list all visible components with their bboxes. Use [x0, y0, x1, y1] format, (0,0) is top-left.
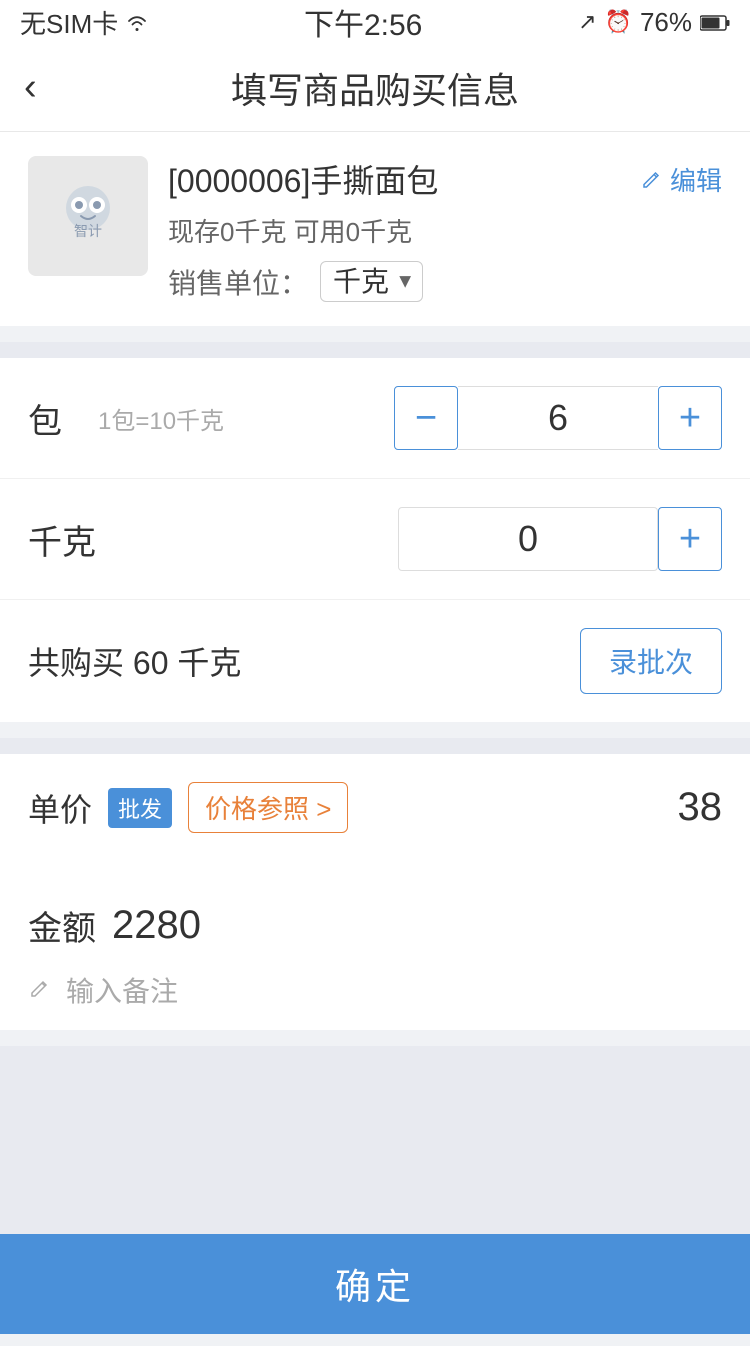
package-label: 包: [28, 394, 88, 443]
confirm-button[interactable]: 确定: [0, 1234, 750, 1334]
total-label: 共购买 60 千克: [28, 638, 241, 684]
alarm-icon: ⏰: [605, 9, 632, 35]
package-row: 包 1包=10千克 − +: [0, 358, 750, 479]
pencil-icon: [28, 974, 54, 1007]
note-placeholder: 输入备注: [66, 970, 178, 1010]
product-stock: 现存0千克 可用0千克: [168, 212, 722, 249]
price-value: 38: [678, 785, 723, 830]
price-section: 单价 批发 价格参照 > 38: [0, 754, 750, 873]
main-content: 智计 [0000006]手撕面包 编辑 现存0千克 可用0千克 销售单位：: [0, 132, 750, 1346]
unit-selector[interactable]: 千克 ▼: [320, 261, 423, 302]
status-left: 无SIM卡: [20, 4, 148, 41]
status-bar: 无SIM卡 下午2:56 ↗ ⏰ 76%: [0, 0, 750, 44]
kg-label: 千克: [28, 515, 96, 564]
product-unit-row: 销售单位： 千克 ▼: [168, 261, 722, 302]
nav-bar: ‹ 填写商品购买信息: [0, 44, 750, 132]
kg-plus-button[interactable]: +: [658, 507, 722, 571]
unit-select-input[interactable]: 千克: [320, 261, 423, 302]
package-controls: − +: [394, 386, 722, 450]
note-row[interactable]: 输入备注: [28, 970, 722, 1010]
bottom-area: [0, 1046, 750, 1246]
carrier-text: 无SIM卡: [20, 4, 118, 41]
product-info: [0000006]手撕面包 编辑 现存0千克 可用0千克 销售单位： 千克 ▼: [168, 156, 722, 302]
product-card: 智计 [0000006]手撕面包 编辑 现存0千克 可用0千克 销售单位：: [0, 132, 750, 326]
product-thumbnail: 智计: [28, 156, 148, 276]
product-name: [0000006]手撕面包: [168, 156, 438, 202]
amount-label: 金额: [28, 901, 96, 950]
package-plus-button[interactable]: +: [658, 386, 722, 450]
unit-label: 销售单位：: [168, 262, 308, 302]
record-batch-button[interactable]: 录批次: [580, 628, 722, 694]
kg-controls: +: [398, 507, 722, 571]
amount-row: 金额 2280: [28, 901, 722, 950]
product-logo-icon: 智计: [53, 180, 123, 252]
price-reference-button[interactable]: 价格参照 >: [188, 782, 348, 833]
status-time: 下午2:56: [304, 0, 422, 44]
wifi-icon: [126, 7, 148, 38]
separator-2: [0, 738, 750, 754]
price-label: 单价: [28, 785, 92, 831]
page-title: 填写商品购买信息: [231, 62, 519, 114]
total-row: 共购买 60 千克 录批次: [0, 600, 750, 722]
separator-1: [0, 342, 750, 358]
status-right: ↗ ⏰ 76%: [578, 7, 730, 38]
package-hint: 1包=10千克: [98, 401, 394, 436]
price-row: 单价 批发 价格参照 > 38: [28, 782, 722, 833]
back-button[interactable]: ‹: [24, 66, 37, 109]
amount-section: 金额 2280 输入备注: [0, 873, 750, 1030]
battery-text: 76%: [640, 7, 692, 38]
price-tag: 批发: [108, 788, 172, 828]
quantity-section: 包 1包=10千克 − + 千克 +: [0, 358, 750, 600]
svg-text:智计: 智计: [74, 223, 102, 239]
gps-icon: ↗: [578, 9, 596, 35]
kg-input[interactable]: [398, 507, 658, 571]
kg-row: 千克 +: [0, 479, 750, 600]
edit-button[interactable]: 编辑: [641, 161, 722, 198]
product-name-row: [0000006]手撕面包 编辑: [168, 156, 722, 202]
battery-icon: [700, 7, 730, 38]
package-input[interactable]: [458, 386, 658, 450]
amount-value: 2280: [112, 903, 201, 948]
package-minus-button[interactable]: −: [394, 386, 458, 450]
